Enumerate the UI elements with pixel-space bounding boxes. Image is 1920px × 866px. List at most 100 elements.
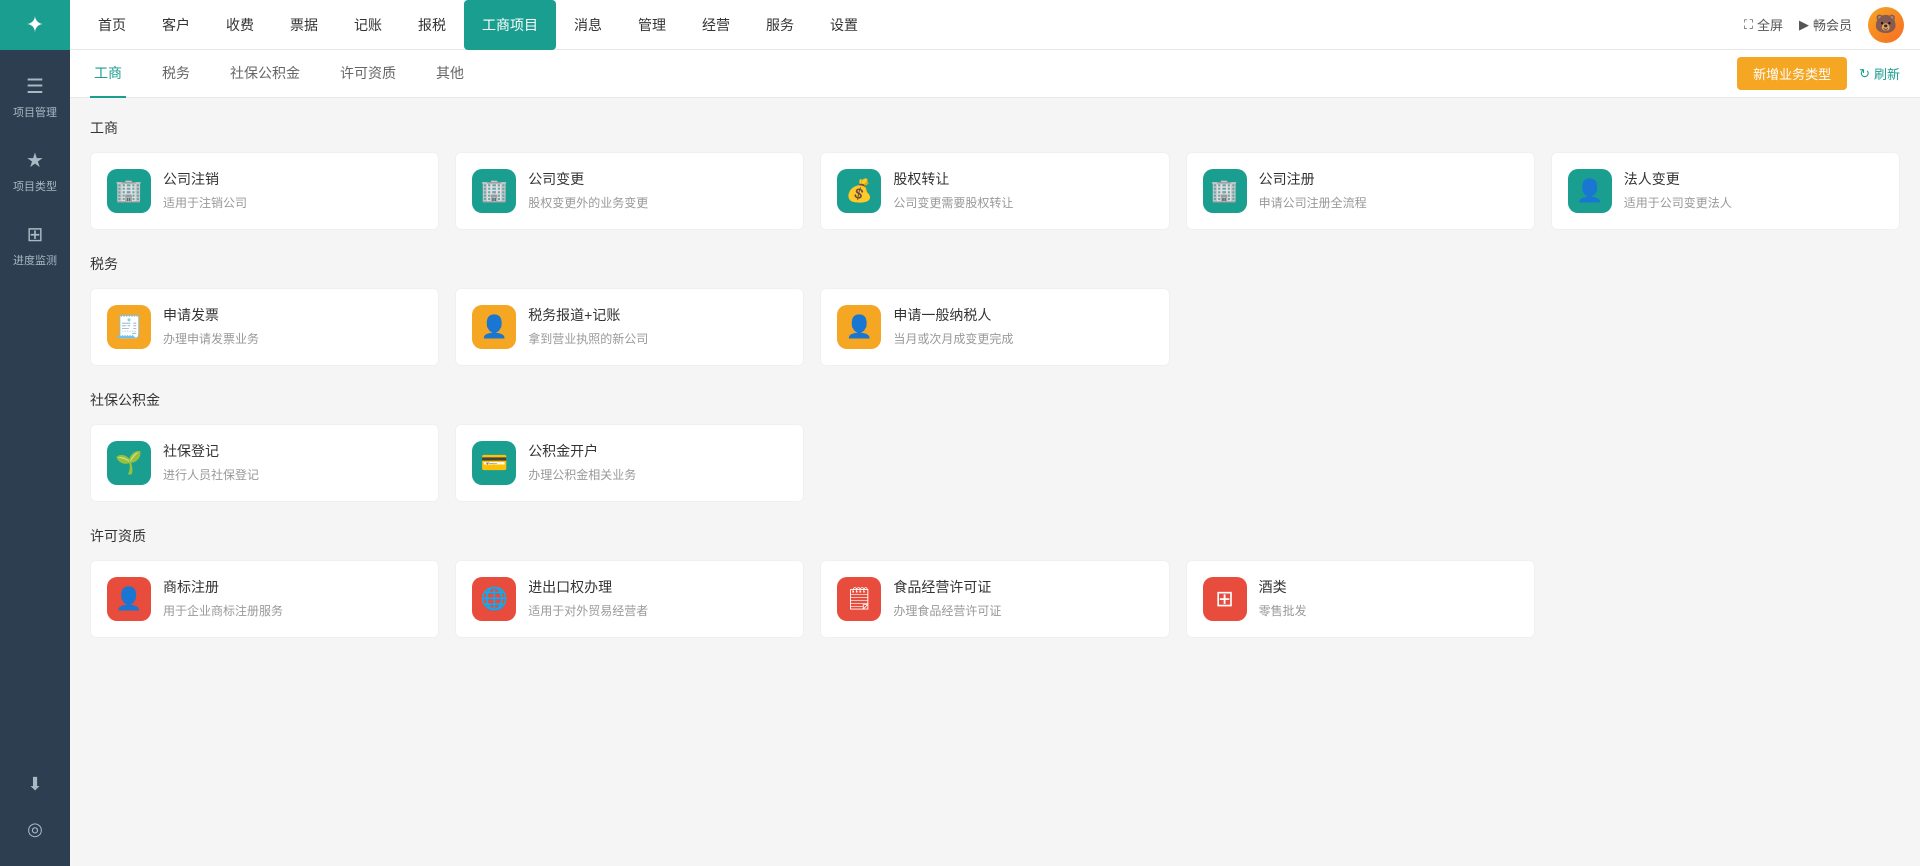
tabs: 工商税务社保公积金许可资质其他 xyxy=(90,50,1737,98)
card-icon: 💰 xyxy=(837,169,881,213)
fullscreen-label: 全屏 xyxy=(1757,15,1783,34)
card-desc: 办理申请发票业务 xyxy=(163,330,422,347)
logo-icon: ✦ xyxy=(26,12,44,38)
scroll-content: 工商 🏢 公司注销 适用于注销公司 🏢 公司变更 股权变更外的业务变更 💰 股权… xyxy=(70,98,1920,866)
card-title: 进出口权办理 xyxy=(528,577,787,597)
tab-actions: 新增业务类型 ↻ 刷新 xyxy=(1737,57,1900,90)
cards-grid: 🌱 社保登记 进行人员社保登记 💳 公积金开户 办理公积金相关业务 xyxy=(90,424,1900,502)
sidebar-icon: ★ xyxy=(26,148,44,173)
service-card[interactable]: 🧾 申请发票 办理申请发票业务 xyxy=(90,288,439,366)
card-icon: 🌐 xyxy=(472,577,516,621)
vip-label: 畅会员 xyxy=(1813,15,1852,34)
card-text: 申请发票 办理申请发票业务 xyxy=(163,305,422,347)
sidebar-item-进度监测[interactable]: ⊞ 进度监测 xyxy=(0,208,70,282)
card-text: 酒类 零售批发 xyxy=(1259,577,1518,619)
sidebar-item-项目类型[interactable]: ★ 项目类型 xyxy=(0,134,70,208)
card-desc: 股权变更外的业务变更 xyxy=(528,194,787,211)
card-title: 公司变更 xyxy=(528,169,787,189)
card-icon: 👤 xyxy=(472,305,516,349)
refresh-button[interactable]: ↻ 刷新 xyxy=(1859,64,1900,83)
card-text: 公司变更 股权变更外的业务变更 xyxy=(528,169,787,211)
card-title: 商标注册 xyxy=(163,577,422,597)
main-layout: ☰项目管理★项目类型⊞进度监测⬇◎ 工商税务社保公积金许可资质其他 新增业务类型… xyxy=(0,50,1920,866)
logo[interactable]: ✦ xyxy=(0,0,70,50)
tab-许可资质[interactable]: 许可资质 xyxy=(336,50,400,98)
card-title: 申请发票 xyxy=(163,305,422,325)
vip-icon: ▶ xyxy=(1799,17,1809,33)
card-title: 股权转让 xyxy=(893,169,1152,189)
sidebar-bottom-item[interactable]: ◎ xyxy=(0,809,70,850)
sidebar-label: 进度监测 xyxy=(13,252,57,268)
vip-button[interactable]: ▶ 畅会员 xyxy=(1799,15,1852,34)
service-card[interactable]: 🏢 公司变更 股权变更外的业务变更 xyxy=(455,152,804,230)
top-navigation: ✦ 首页客户收费票据记账报税工商项目消息管理经营服务设置 ⛶ 全屏 ▶ 畅会员 … xyxy=(0,0,1920,50)
avatar[interactable]: 🐻 xyxy=(1868,7,1904,43)
service-card[interactable]: 🏢 公司注销 适用于注销公司 xyxy=(90,152,439,230)
service-card[interactable]: 💳 公积金开户 办理公积金相关业务 xyxy=(455,424,804,502)
card-icon: 🧾 xyxy=(107,305,151,349)
card-desc: 适用于注销公司 xyxy=(163,194,422,211)
card-icon: ⊞ xyxy=(1203,577,1247,621)
service-card[interactable]: 👤 商标注册 用于企业商标注册服务 xyxy=(90,560,439,638)
card-title: 法人变更 xyxy=(1624,169,1883,189)
card-desc: 办理公积金相关业务 xyxy=(528,466,787,483)
tab-税务[interactable]: 税务 xyxy=(158,50,194,98)
service-card[interactable]: 🗒 食品经营许可证 办理食品经营许可证 xyxy=(820,560,1169,638)
tab-社保公积金[interactable]: 社保公积金 xyxy=(226,50,304,98)
card-title: 社保登记 xyxy=(163,441,422,461)
service-card[interactable]: 👤 税务报道+记账 拿到营业执照的新公司 xyxy=(455,288,804,366)
card-text: 税务报道+记账 拿到营业执照的新公司 xyxy=(528,305,787,347)
card-desc: 申请公司注册全流程 xyxy=(1259,194,1518,211)
card-text: 法人变更 适用于公司变更法人 xyxy=(1624,169,1883,211)
card-title: 公积金开户 xyxy=(528,441,787,461)
card-icon: 🗒 xyxy=(837,577,881,621)
card-text: 公积金开户 办理公积金相关业务 xyxy=(528,441,787,483)
nav-item-客户[interactable]: 客户 xyxy=(144,0,208,50)
nav-item-工商项目[interactable]: 工商项目 xyxy=(464,0,556,50)
add-type-button[interactable]: 新增业务类型 xyxy=(1737,57,1847,90)
service-card[interactable]: 💰 股权转让 公司变更需要股权转让 xyxy=(820,152,1169,230)
card-desc: 当月或次月成变更完成 xyxy=(893,330,1152,347)
tab-工商[interactable]: 工商 xyxy=(90,50,126,98)
sidebar-label: 项目管理 xyxy=(13,104,57,120)
nav-right-actions: ⛶ 全屏 ▶ 畅会员 🐻 xyxy=(1744,7,1920,43)
section-title: 许可资质 xyxy=(90,526,1900,546)
service-card[interactable]: 🌐 进出口权办理 适用于对外贸易经营者 xyxy=(455,560,804,638)
tab-其他[interactable]: 其他 xyxy=(432,50,468,98)
nav-item-收费[interactable]: 收费 xyxy=(208,0,272,50)
content-area: 工商税务社保公积金许可资质其他 新增业务类型 ↻ 刷新 工商 🏢 公司注销 适用… xyxy=(70,50,1920,866)
sidebar: ☰项目管理 ★ 项目类型 ⊞ 进度监测 ⬇◎ xyxy=(0,50,70,866)
nav-item-票据[interactable]: 票据 xyxy=(272,0,336,50)
nav-item-管理[interactable]: 管理 xyxy=(620,0,684,50)
nav-item-报税[interactable]: 报税 xyxy=(400,0,464,50)
card-text: 申请一般纳税人 当月或次月成变更完成 xyxy=(893,305,1152,347)
nav-item-经营[interactable]: 经营 xyxy=(684,0,748,50)
service-card[interactable]: 🌱 社保登记 进行人员社保登记 xyxy=(90,424,439,502)
card-title: 食品经营许可证 xyxy=(893,577,1152,597)
card-text: 公司注册 申请公司注册全流程 xyxy=(1259,169,1518,211)
nav-item-服务[interactable]: 服务 xyxy=(748,0,812,50)
sidebar-bottom-item[interactable]: ⬇ xyxy=(0,764,70,805)
card-text: 商标注册 用于企业商标注册服务 xyxy=(163,577,422,619)
service-card[interactable]: 👤 申请一般纳税人 当月或次月成变更完成 xyxy=(820,288,1169,366)
card-title: 税务报道+记账 xyxy=(528,305,787,325)
card-icon: 🏢 xyxy=(1203,169,1247,213)
service-card[interactable]: 🏢 公司注册 申请公司注册全流程 xyxy=(1186,152,1535,230)
card-text: 食品经营许可证 办理食品经营许可证 xyxy=(893,577,1152,619)
card-text: 股权转让 公司变更需要股权转让 xyxy=(893,169,1152,211)
nav-item-记账[interactable]: 记账 xyxy=(336,0,400,50)
service-card[interactable]: 👤 法人变更 适用于公司变更法人 xyxy=(1551,152,1900,230)
card-icon: 🏢 xyxy=(107,169,151,213)
nav-item-首页[interactable]: 首页 xyxy=(80,0,144,50)
sidebar-icon: ⊞ xyxy=(27,222,44,247)
service-card[interactable]: ⊞ 酒类 零售批发 xyxy=(1186,560,1535,638)
nav-item-消息[interactable]: 消息 xyxy=(556,0,620,50)
nav-item-设置[interactable]: 设置 xyxy=(812,0,876,50)
fullscreen-button[interactable]: ⛶ 全屏 xyxy=(1744,15,1783,34)
card-icon: 👤 xyxy=(107,577,151,621)
card-text: 公司注销 适用于注销公司 xyxy=(163,169,422,211)
card-desc: 用于企业商标注册服务 xyxy=(163,602,422,619)
sidebar-label: 项目类型 xyxy=(13,178,57,194)
card-desc: 办理食品经营许可证 xyxy=(893,602,1152,619)
sidebar-item-项目管理[interactable]: ☰项目管理 xyxy=(0,60,70,134)
